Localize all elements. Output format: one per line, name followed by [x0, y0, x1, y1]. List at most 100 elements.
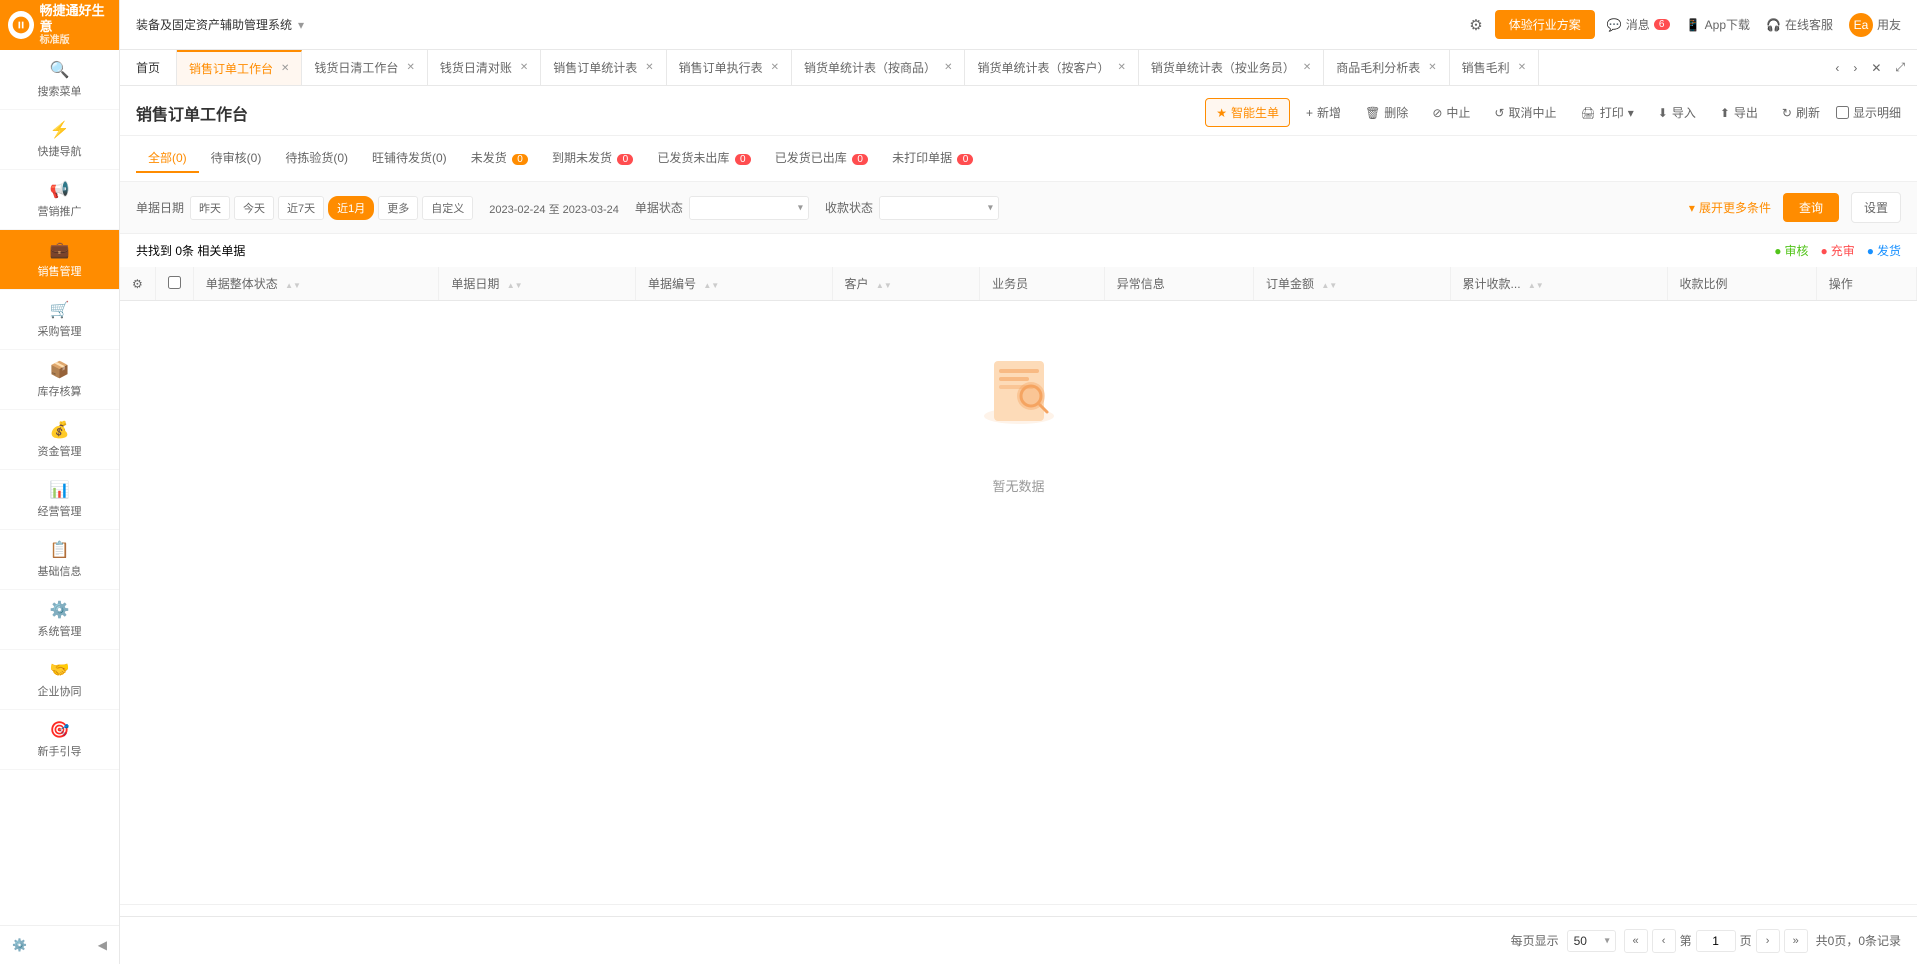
- date-btn-yesterday[interactable]: 昨天: [190, 196, 230, 220]
- date-btn-more[interactable]: 更多: [378, 196, 418, 220]
- page-number-input[interactable]: [1696, 930, 1736, 952]
- tab-maximize-btn[interactable]: ⤢: [1891, 56, 1909, 79]
- settings-bottom-btn[interactable]: ⚙️: [8, 934, 31, 956]
- sort-icon[interactable]: ▲▼: [1528, 282, 1544, 290]
- date-btn-7days[interactable]: 近7天: [278, 196, 324, 220]
- sidebar-item-management[interactable]: 📊 经营管理: [0, 470, 119, 530]
- page-size-select[interactable]: 20 50 100: [1567, 930, 1616, 952]
- sort-icon[interactable]: ▲▼: [703, 282, 719, 290]
- setting-button[interactable]: 设置: [1851, 192, 1901, 223]
- user-avatar[interactable]: Ea 用友: [1849, 13, 1901, 37]
- sidebar-item-system[interactable]: ⚙️ 系统管理: [0, 590, 119, 650]
- audit-action[interactable]: ● 审核: [1774, 242, 1808, 259]
- import-button[interactable]: ⬇ 导入: [1650, 99, 1704, 126]
- page-next-btn[interactable]: ›: [1756, 929, 1780, 953]
- sidebar-item-search[interactable]: 🔍 搜索菜单: [0, 50, 119, 110]
- payment-select[interactable]: [879, 196, 999, 220]
- filter-tab-unprinted[interactable]: 未打印单据 0: [880, 144, 985, 173]
- filter-tab-shipped-out[interactable]: 已发货已出库 0: [763, 144, 880, 173]
- query-button[interactable]: 查询: [1783, 193, 1839, 222]
- filter-tab-pending[interactable]: 待审核(0): [199, 144, 274, 173]
- tab-sales-by-staff[interactable]: 销货单统计表（按业务员） ✕: [1139, 50, 1324, 86]
- filter-tab-shipped-not-out[interactable]: 已发货未出库 0: [645, 144, 762, 173]
- sidebar-item-marketing[interactable]: 📢 营销推广: [0, 170, 119, 230]
- add-button[interactable]: + 新增: [1298, 99, 1349, 126]
- sidebar-nav: 🔍 搜索菜单 ⚡ 快捷导航 📢 营销推广 💼 销售管理 🛒 采购管理 📦 库存核…: [0, 50, 119, 925]
- show-detail-label[interactable]: 显示明细: [1836, 104, 1901, 121]
- tab-close-all-btn[interactable]: ✕: [1867, 57, 1885, 79]
- filter-tab-wangpu[interactable]: 旺铺待发货(0): [360, 144, 459, 173]
- smart-create-button[interactable]: ★ 智能生单: [1205, 98, 1290, 127]
- expand-conditions-btn[interactable]: ▾ 展开更多条件: [1689, 199, 1771, 216]
- settings-icon[interactable]: ⚙: [1469, 16, 1482, 34]
- tab-close-icon[interactable]: ✕: [771, 62, 779, 73]
- show-detail-checkbox[interactable]: [1836, 106, 1849, 119]
- sidebar-item-quicknav[interactable]: ⚡ 快捷导航: [0, 110, 119, 170]
- delete-button[interactable]: 🗑 删除: [1357, 99, 1416, 126]
- online-service-btn[interactable]: 🎧 在线客服: [1766, 16, 1833, 33]
- tab-close-icon[interactable]: ✕: [944, 62, 952, 73]
- tab-home[interactable]: 首页: [120, 50, 177, 86]
- tab-close-icon[interactable]: ✕: [1303, 62, 1311, 73]
- page-first-btn[interactable]: «: [1624, 929, 1648, 953]
- date-btn-custom[interactable]: 自定义: [422, 196, 473, 220]
- tab-scroll-left-btn[interactable]: ‹: [1831, 57, 1843, 79]
- horizontal-scrollbar[interactable]: [120, 904, 1917, 916]
- tab-daily-clearing[interactable]: 钱货日清工作台 ✕: [302, 50, 427, 86]
- date-btn-today[interactable]: 今天: [234, 196, 274, 220]
- page-last-btn[interactable]: »: [1784, 929, 1808, 953]
- filter-tab-overdue[interactable]: 到期未发货 0: [540, 144, 645, 173]
- circle-icon: ●: [1820, 244, 1827, 258]
- sort-icon[interactable]: ▲▼: [285, 282, 301, 290]
- tab-sales-exec[interactable]: 销售订单执行表 ✕: [667, 50, 792, 86]
- select-all-checkbox[interactable]: [168, 276, 181, 289]
- table-header-row: ⚙ 单据整体状态 ▲▼ 单据日期 ▲▼ 单据编号: [120, 267, 1917, 301]
- sidebar-item-purchase[interactable]: 🛒 采购管理: [0, 290, 119, 350]
- message-btn[interactable]: 💬 消息 6: [1607, 16, 1670, 33]
- filter-tab-unshipped[interactable]: 未发货 0: [459, 144, 540, 173]
- print-button[interactable]: 🖨 打印 ▾: [1572, 99, 1641, 126]
- page-prev-btn[interactable]: ‹: [1652, 929, 1676, 953]
- send-action[interactable]: ● 发货: [1867, 242, 1901, 259]
- sidebar-item-guide[interactable]: 🎯 新手引导: [0, 710, 119, 770]
- tab-sales-order-workbench[interactable]: 销售订单工作台 ✕: [177, 50, 302, 86]
- col-checkbox[interactable]: [155, 267, 193, 301]
- date-btn-1month[interactable]: 近1月: [328, 196, 374, 220]
- sort-icon[interactable]: ▲▼: [876, 282, 892, 290]
- tab-close-icon[interactable]: ✕: [406, 62, 414, 73]
- tab-close-icon[interactable]: ✕: [1117, 62, 1125, 73]
- reject-action[interactable]: ● 充审: [1820, 242, 1854, 259]
- tab-sales-by-customer[interactable]: 销货单统计表（按客户） ✕: [965, 50, 1138, 86]
- tab-scroll-right-btn[interactable]: ›: [1849, 57, 1861, 79]
- sort-icon[interactable]: ▲▼: [1321, 282, 1337, 290]
- sort-icon[interactable]: ▲▼: [507, 282, 523, 290]
- app-download-btn[interactable]: 📱 App下载: [1686, 16, 1750, 33]
- stop-button[interactable]: ⊘ 中止: [1424, 99, 1478, 126]
- tab-sales-gross[interactable]: 销售毛利 ✕: [1450, 50, 1539, 86]
- cancel-stop-button[interactable]: ↺ 取消中止: [1486, 99, 1564, 126]
- tab-gross-profit[interactable]: 商品毛利分析表 ✕: [1324, 50, 1449, 86]
- tab-sales-by-product[interactable]: 销货单统计表（按商品） ✕: [792, 50, 965, 86]
- sidebar-item-sales[interactable]: 💼 销售管理: [0, 230, 119, 290]
- tab-close-icon[interactable]: ✕: [281, 63, 289, 74]
- refresh-button[interactable]: ↻ 刷新: [1774, 99, 1828, 126]
- filter-tab-inspect[interactable]: 待拣验货(0): [273, 144, 360, 173]
- tab-close-icon[interactable]: ✕: [1428, 62, 1436, 73]
- solution-button[interactable]: 体验行业方案: [1495, 10, 1595, 39]
- tab-reconcile[interactable]: 钱货日清对账 ✕: [428, 50, 541, 86]
- sidebar-item-finance[interactable]: 💰 资金管理: [0, 410, 119, 470]
- export-button[interactable]: ⬆ 导出: [1712, 99, 1766, 126]
- sidebar-item-collab[interactable]: 🤝 企业协同: [0, 650, 119, 710]
- filter-tab-all[interactable]: 全部(0): [136, 144, 199, 173]
- status-select[interactable]: [689, 196, 809, 220]
- tab-close-icon[interactable]: ✕: [1518, 62, 1526, 73]
- sidebar-item-basic[interactable]: 📋 基础信息: [0, 530, 119, 590]
- tab-sales-stat[interactable]: 销售订单统计表 ✕: [541, 50, 666, 86]
- col-settings[interactable]: ⚙: [120, 267, 155, 301]
- tab-close-icon[interactable]: ✕: [645, 62, 653, 73]
- date-filter: 昨天 今天 近7天 近1月 更多 自定义: [190, 196, 473, 220]
- sidebar-item-inventory[interactable]: 📦 库存核算: [0, 350, 119, 410]
- tabbar: 首页 销售订单工作台 ✕ 钱货日清工作台 ✕ 钱货日清对账 ✕ 销售订单统计表 …: [120, 50, 1917, 86]
- tab-close-icon[interactable]: ✕: [520, 62, 528, 73]
- collapse-btn[interactable]: ◀: [94, 934, 111, 956]
